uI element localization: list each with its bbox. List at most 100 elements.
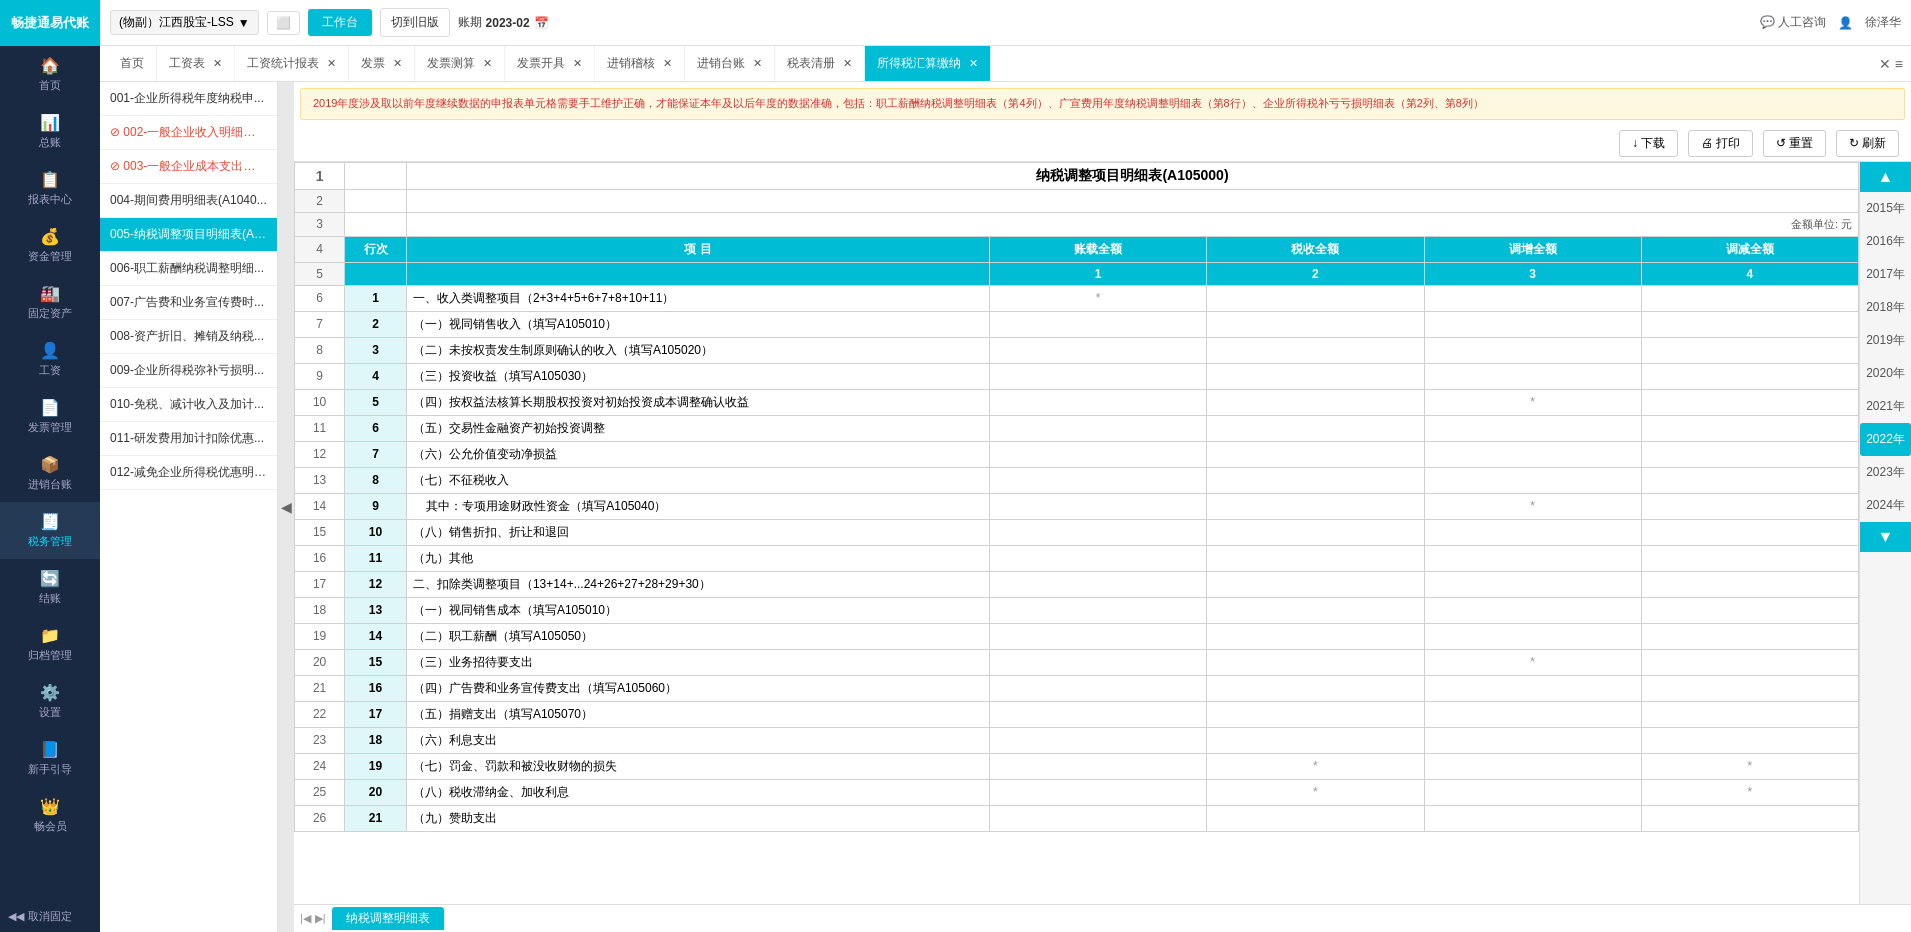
left-item-001[interactable]: 001-企业所得税年度纳税申...	[100, 82, 277, 116]
left-item-002[interactable]: ⊘ 002-一般企业收入明细表(A1...	[100, 116, 277, 150]
year-2015[interactable]: 2015年	[1860, 192, 1911, 225]
old-version-btn[interactable]: 切到旧版	[380, 8, 450, 37]
sidebar-item-archive[interactable]: 📁 归档管理	[0, 616, 100, 673]
sidebar-item-guide[interactable]: 📘 新手引导	[0, 730, 100, 787]
tab-reconcile[interactable]: 进销稽核 ✕	[595, 46, 685, 82]
tab-home[interactable]: 首页	[108, 46, 157, 82]
sidebar-item-assets[interactable]: 🏭 固定资产	[0, 274, 100, 331]
year-2021[interactable]: 2021年	[1860, 390, 1911, 423]
table-row: 20 15 （三）业务招待要支出 *	[295, 649, 1859, 675]
tab-income-tax[interactable]: 所得税汇算缴纳 ✕	[865, 46, 991, 82]
close-period-icon: 🔄	[40, 569, 60, 588]
assets-icon: 🏭	[40, 284, 60, 303]
sidebar-item-close[interactable]: 🔄 结账	[0, 559, 100, 616]
close-all-btn[interactable]: ✕	[1879, 56, 1891, 72]
tab-ledger[interactable]: 进销台账 ✕	[685, 46, 775, 82]
year-up-btn[interactable]: ▲	[1860, 162, 1911, 192]
print-btn[interactable]: 🖨 打印	[1688, 130, 1753, 157]
sidebar-item-member[interactable]: 👑 畅会员	[0, 787, 100, 844]
collapse-panel-btn[interactable]: ◀	[278, 82, 294, 932]
table-row: 7 2 （一）视同销售收入（填写A105010）	[295, 311, 1859, 337]
tab-invoice-issue[interactable]: 发票开具 ✕	[505, 46, 595, 82]
unit-label: 金额单位: 元	[406, 212, 1858, 236]
right-area: 2019年度涉及取以前年度继续数据的申报表单元格需要手工维护正确，才能保证本年及…	[294, 82, 1911, 932]
sidebar-item-reports[interactable]: 📋 报表中心	[0, 160, 100, 217]
table-row: 11 6 （五）交易性金融资产初始投资调整	[295, 415, 1859, 441]
table-row: 12 7 （六）公允价值变动净损益	[295, 441, 1859, 467]
error-icon: ⊘	[110, 125, 123, 139]
sidebar-item-tax[interactable]: 🧾 税务管理	[0, 502, 100, 559]
download-btn[interactable]: ↓ 下载	[1619, 130, 1678, 157]
tab-payroll-stats-close[interactable]: ✕	[327, 57, 336, 70]
tab-reconcile-close[interactable]: ✕	[663, 57, 672, 70]
left-item-008[interactable]: 008-资产折旧、摊销及纳税...	[100, 320, 277, 354]
tab-tax-table[interactable]: 税表清册 ✕	[775, 46, 865, 82]
tab-invoice-calc[interactable]: 发票测算 ✕	[415, 46, 505, 82]
year-2018[interactable]: 2018年	[1860, 291, 1911, 324]
sidebar-item-finance[interactable]: 💰 资金管理	[0, 217, 100, 274]
year-down-btn[interactable]: ▼	[1860, 522, 1911, 552]
tab-payroll[interactable]: 工资表 ✕	[157, 46, 235, 82]
year-2020[interactable]: 2020年	[1860, 357, 1911, 390]
sidebar-item-ledger[interactable]: 📊 总账	[0, 103, 100, 160]
finance-icon: 💰	[40, 227, 60, 246]
left-item-012[interactable]: 012-减免企业所得税优惠明细(..)	[100, 456, 277, 490]
col-header-c: 账载全额	[990, 236, 1207, 262]
tab-income-tax-close[interactable]: ✕	[969, 57, 978, 70]
left-item-010[interactable]: 010-免税、减计收入及加计...	[100, 388, 277, 422]
reset-icon: ↺	[1776, 136, 1786, 150]
spreadsheet-wrapper: 1 纳税调整项目明细表(A105000) 2 3	[294, 162, 1859, 904]
left-item-009[interactable]: 009-企业所得税弥补亏损明...	[100, 354, 277, 388]
year-2017[interactable]: 2017年	[1860, 258, 1911, 291]
tab-end-btns: ✕ ≡	[1879, 56, 1903, 72]
support-btn[interactable]: 💬 人工咨询	[1760, 14, 1826, 31]
tab-tax-table-close[interactable]: ✕	[843, 57, 852, 70]
tab-invoice-calc-close[interactable]: ✕	[483, 57, 492, 70]
year-2022[interactable]: 2022年	[1860, 423, 1911, 456]
left-item-006[interactable]: 006-职工薪酬纳税调整明细...	[100, 252, 277, 286]
year-2023[interactable]: 2023年	[1860, 456, 1911, 489]
sidebar-item-home[interactable]: 🏠 首页	[0, 46, 100, 103]
table-row: 26 21 （九）赞助支出	[295, 805, 1859, 831]
period-display: 账期 2023-02 📅	[458, 14, 549, 31]
sidebar-item-payroll[interactable]: 👤 工资	[0, 331, 100, 388]
tab-invoice[interactable]: 发票 ✕	[349, 46, 415, 82]
refresh-btn[interactable]: ↻ 刷新	[1836, 130, 1899, 157]
left-panel: 001-企业所得税年度纳税申... ⊘ 002-一般企业收入明细表(A1... …	[100, 82, 278, 932]
year-2016[interactable]: 2016年	[1860, 225, 1911, 258]
calendar-icon[interactable]: 📅	[534, 16, 549, 30]
year-2019[interactable]: 2019年	[1860, 324, 1911, 357]
tab-payroll-close[interactable]: ✕	[213, 57, 222, 70]
more-tabs-btn[interactable]: ≡	[1895, 56, 1903, 72]
left-item-011[interactable]: 011-研发费用加计扣除优惠...	[100, 422, 277, 456]
year-2024[interactable]: 2024年	[1860, 489, 1911, 522]
sidebar-item-purchase-sales[interactable]: 📦 进销台账	[0, 445, 100, 502]
table-row: 10 5 （四）按权益法核算长期股权投资对初始投资成本调整确认收益 *	[295, 389, 1859, 415]
settings-icon: ⚙️	[40, 683, 60, 702]
table-row: 24 19 （七）罚金、罚款和被没收财物的损失 * *	[295, 753, 1859, 779]
title-row: 1 纳税调整项目明细表(A105000)	[295, 162, 1859, 189]
left-item-003[interactable]: ⊘ 003-一般企业成本支出明细...	[100, 150, 277, 184]
reset-btn[interactable]: ↺ 重置	[1763, 130, 1826, 157]
workspace-btn[interactable]: 工作台	[308, 9, 372, 36]
copy-btn[interactable]: ⬜	[267, 11, 300, 35]
tab-invoice-issue-close[interactable]: ✕	[573, 57, 582, 70]
sidebar-item-invoice[interactable]: 📄 发票管理	[0, 388, 100, 445]
invoice-icon: 📄	[40, 398, 60, 417]
tab-invoice-close[interactable]: ✕	[393, 57, 402, 70]
sidebar: 畅捷通易代账 🏠 首页 📊 总账 📋 报表中心 💰 资金管理 🏭 固定资产 👤 …	[0, 0, 100, 932]
table-row: 21 16 （四）广告费和业务宣传费支出（填写A105060）	[295, 675, 1859, 701]
unpin-button[interactable]: ◀◀ 取消固定	[0, 901, 100, 932]
topbar-right: 💬 人工咨询 👤 徐泽华	[1760, 14, 1901, 31]
tab-payroll-stats[interactable]: 工资统计报表 ✕	[235, 46, 349, 82]
left-item-007[interactable]: 007-广告费和业务宣传费时...	[100, 286, 277, 320]
empty-row-2: 2	[295, 189, 1859, 212]
left-item-005[interactable]: 005-纳税调整项目明细表(A1...	[100, 218, 277, 252]
left-item-004[interactable]: 004-期间费用明细表(A1040...	[100, 184, 277, 218]
rownum-1: 1	[295, 162, 345, 189]
tax-icon: 🧾	[40, 512, 60, 531]
bottom-tab-adjust[interactable]: 纳税调整明细表	[332, 907, 444, 930]
company-selector[interactable]: (物副）江西股宝-LSS ▼	[110, 10, 259, 35]
tab-ledger-close[interactable]: ✕	[753, 57, 762, 70]
sidebar-item-settings[interactable]: ⚙️ 设置	[0, 673, 100, 730]
